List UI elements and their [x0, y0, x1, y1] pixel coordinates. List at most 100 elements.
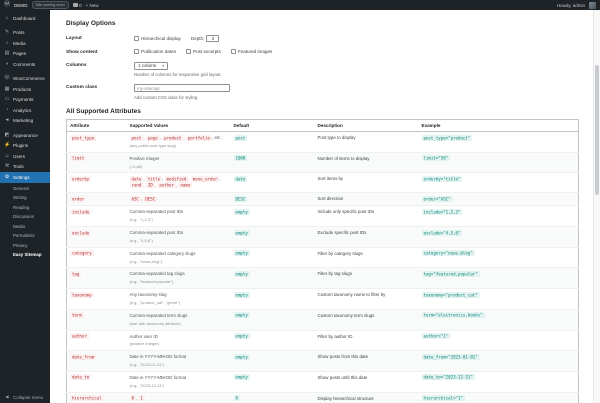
sidebar-subitem-writing[interactable]: Writing [0, 193, 50, 203]
default-value-cell: 0 [231, 392, 315, 403]
new-content-button[interactable]: + New [86, 3, 99, 8]
collapse-menu-button[interactable]: ◀ Collapse menu [0, 391, 50, 403]
supported-value-note: (-1=all) [130, 164, 228, 170]
columns-label: Columns [66, 62, 134, 68]
attribute-name-cell: taxonomy [67, 289, 127, 310]
depth-label: Depth: [191, 36, 205, 41]
sidebar-item-tools[interactable]: ⚒Tools [0, 162, 50, 173]
comments-bubble-link[interactable]: 0 [73, 3, 82, 8]
scrollbar[interactable] [593, 10, 600, 403]
marketing-icon: ◄ [4, 118, 10, 123]
sidebar-item-analytics[interactable]: ◔Analytics [0, 105, 50, 116]
sidebar-item-dashboard[interactable]: ⌂Dashboard [0, 13, 50, 24]
sidebar-subitem-reading[interactable]: Reading [0, 203, 50, 213]
attribute-description: Post type to display [315, 132, 419, 153]
post-excerpts-checkbox[interactable] [186, 49, 191, 54]
custom-class-label: Custom class [66, 84, 134, 90]
plugins-icon: ⚡ [4, 143, 10, 148]
sidebar-item-media[interactable]: ♪Media [0, 38, 50, 49]
hierarchical-display-checkbox[interactable] [134, 36, 139, 41]
attribute-description: Sort direction [315, 193, 419, 206]
publication-dates-checkbox[interactable] [134, 49, 139, 54]
custom-class-field: Add custom CSS class for styling. [134, 84, 230, 100]
supported-value-code: ID [146, 182, 155, 188]
supported-value-code: portfolio [186, 135, 212, 141]
supported-value-text: Comma-separated post IDs [130, 209, 184, 214]
default-value-code: 0 [234, 395, 240, 401]
supported-values-cell: 0, 1 [127, 392, 231, 403]
example-code: exclude="4,5,6" [422, 230, 463, 236]
sidebar-subitem-easy-sitemap[interactable]: Easy Sitemap [0, 250, 50, 260]
columns-field: 1 column ▾ Number of columns for respons… [134, 62, 222, 78]
sidebar-subitem-privacy[interactable]: Privacy [0, 241, 50, 251]
supported-value-text: Any taxonomy slug [130, 292, 167, 297]
featured-images-checkbox[interactable] [231, 49, 236, 54]
supported-value-code: product [162, 135, 183, 141]
site-name-link[interactable]: DEMO [14, 3, 28, 8]
attributes-table-header-row: AttributeSupported ValuesDefaultDescript… [67, 120, 579, 132]
attribute-row-tag: tagComma-separated tag slugs(e.g., "feat… [67, 268, 579, 289]
sidebar-item-posts[interactable]: ✎Posts [0, 28, 50, 39]
easy-sitemap-settings-page: Display Options Layout Hierarchical disp… [50, 10, 593, 403]
attribute-description: Custom taxonomy term slugs [315, 309, 419, 330]
sidebar-item-pages[interactable]: ▤Pages [0, 49, 50, 60]
sidebar-item-label: Settings [13, 175, 30, 180]
admin-sidebar: ⌂Dashboard ✎Posts♪Media▤Pages◖Comments ⓌWo… [0, 10, 50, 403]
admin-bar: Ⓦ DEMO Site coming soon 0 + New Howdy, a… [0, 0, 600, 10]
sidebar-item-woocommerce[interactable]: ⓌWooCommerce [0, 74, 50, 85]
default-value-cell: date [231, 173, 315, 193]
attribute-name-code: orderby [70, 176, 91, 182]
example-code: date_from="2023-01-01" [422, 354, 480, 360]
sidebar-item-plugins[interactable]: ⚡Plugins [0, 141, 50, 152]
comments-icon: ◖ [4, 62, 10, 67]
supported-value-text: Comma-separated term slugs [130, 313, 188, 318]
sidebar-item-settings[interactable]: ⚙Settings [0, 172, 50, 183]
sidebar-subitem-general[interactable]: General [0, 184, 50, 194]
supported-value-text: Date in YYYY-MM-DD format [130, 354, 187, 359]
attribute-row-date_to: date_toDate in YYYY-MM-DD format(e.g., "… [67, 371, 579, 392]
admin-bar-left: Ⓦ DEMO Site coming soon 0 + New [4, 0, 99, 10]
sidebar-item-products[interactable]: ▦Products [0, 84, 50, 95]
sidebar-item-comments[interactable]: ◖Comments [0, 59, 50, 70]
attribute-row-limit: limitPositive integer(-1=all)1000Number … [67, 152, 579, 173]
example-cell: author="1" [419, 330, 579, 351]
attribute-name-code: include [70, 209, 91, 215]
sidebar-subitem-permalinks[interactable]: Permalinks [0, 231, 50, 241]
custom-class-input[interactable] [134, 84, 230, 92]
example-code: taxonomy="product_cat" [422, 292, 480, 298]
depth-input[interactable] [206, 35, 219, 42]
sidebar-item-marketing[interactable]: ◄Marketing [0, 116, 50, 127]
supported-value-note: (e.g., "2023-12-31") [130, 383, 228, 389]
sidebar-subitem-discussion[interactable]: Discussion [0, 212, 50, 222]
sidebar-item-label: Appearance [13, 133, 38, 138]
tools-icon: ⚒ [4, 164, 10, 169]
attribute-row-exclude: excludeComma-separated post IDs(e.g., "4… [67, 227, 579, 248]
howdy-account-link[interactable]: Howdy, admin [557, 3, 585, 8]
default-value-code: date [234, 176, 248, 182]
supported-values-cell: Comma-separated post IDs(e.g., "1,2,3") [127, 206, 231, 227]
sidebar-item-label: Marketing [13, 118, 33, 123]
example-cell: taxonomy="product_cat" [419, 289, 579, 310]
example-cell: date_to="2023-12-31" [419, 371, 579, 392]
scrollbar-thumb[interactable] [595, 65, 599, 195]
wordpress-logo-icon[interactable]: Ⓦ [4, 0, 10, 10]
example-code: orderby="title" [422, 176, 463, 182]
supported-values-cell: date, title, modified, menu_order, rand,… [127, 173, 231, 193]
avatar[interactable] [589, 2, 596, 9]
sidebar-subitem-media[interactable]: Media [0, 222, 50, 232]
default-value-code: empty [234, 230, 250, 236]
sidebar-item-users[interactable]: ☺Users [0, 151, 50, 162]
default-value-code: empty [234, 271, 250, 277]
columns-select[interactable]: 1 column ▾ [134, 62, 168, 70]
attributes-table-header: Example [419, 120, 579, 132]
example-cell: post_type="product" [419, 132, 579, 153]
attribute-row-order: orderASC, DESCDESCSort directionorder="A… [67, 193, 579, 206]
custom-class-row: Custom class Add custom CSS class for st… [66, 81, 579, 104]
sidebar-item-payments[interactable]: ▭Payments [0, 95, 50, 106]
example-code: date_to="2023-12-31" [422, 374, 475, 380]
attribute-name-cell: include [67, 206, 127, 227]
attribute-description: Exclude specific post IDs [315, 227, 419, 248]
default-value-code: empty [234, 312, 250, 318]
sidebar-item-appearance[interactable]: ◩Appearance [0, 130, 50, 141]
attribute-name-code: exclude [70, 230, 91, 236]
